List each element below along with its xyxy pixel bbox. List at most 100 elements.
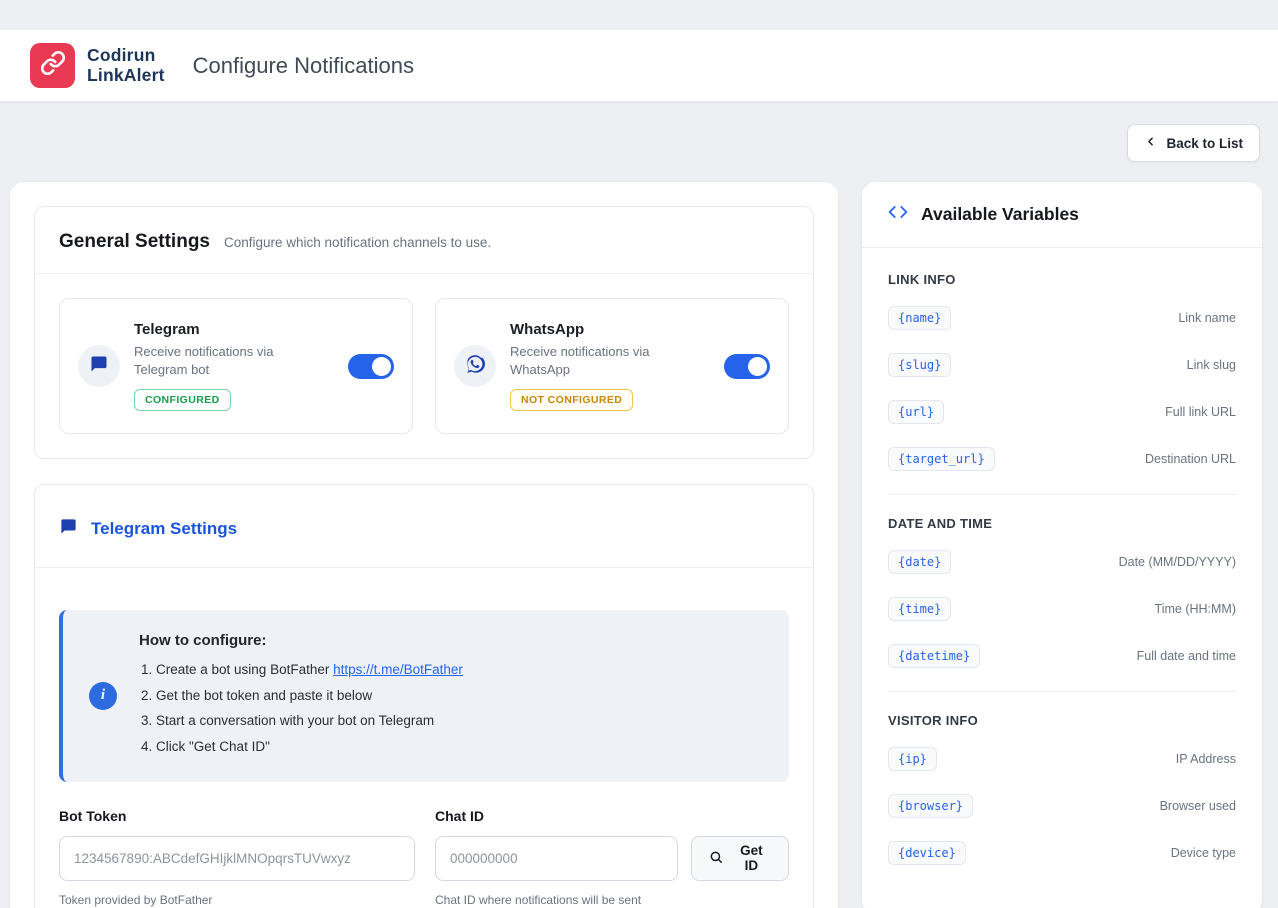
variable-description: Device type [1171,846,1236,860]
search-icon [709,850,723,867]
variable-chip[interactable]: {device} [888,841,966,865]
howto-title: How to configure: [139,632,463,649]
variable-description: Full date and time [1137,649,1236,663]
variable-description: Date (MM/DD/YYYY) [1119,555,1236,569]
howto-step: Click "Get Chat ID" [156,734,463,760]
back-to-list-button[interactable]: Back to List [1127,124,1260,162]
code-icon [888,202,908,227]
chat-id-field: Chat ID Get ID Chat ID where not [435,808,789,907]
whatsapp-toggle[interactable] [724,354,770,379]
variables-header: Available Variables [862,182,1262,248]
howto-step: Create a bot using BotFather https://t.m… [156,657,463,683]
variable-description: Link slug [1187,358,1236,372]
status-badge: CONFIGURED [134,389,231,411]
channel-description: Receive notifications via Telegram bot [134,343,294,378]
page-title: Configure Notifications [193,53,414,79]
whatsapp-channel-icon-wrap [454,345,496,387]
page-top-gap [0,0,1278,30]
telegram-channel-icon-wrap [78,345,120,387]
toggle-knob [748,357,767,376]
chat-id-helper: Chat ID where notifications will be sent [435,893,789,907]
variable-row: {target_url} Destination URL [888,447,1236,471]
variable-chip[interactable]: {slug} [888,353,951,377]
variable-description: Browser used [1160,799,1236,813]
variable-chip[interactable]: {datetime} [888,644,980,668]
channel-description: Receive notifications via WhatsApp [510,343,670,378]
bot-token-field: Bot Token Token provided by BotFather [59,808,415,907]
info-icon: i [89,682,117,710]
channel-name: WhatsApp [510,321,710,338]
main-content: General Settings Configure which notific… [0,182,1278,908]
telegram-toggle[interactable] [348,354,394,379]
whatsapp-icon [465,354,485,379]
get-id-button[interactable]: Get ID [691,836,789,881]
variable-row: {time} Time (HH:MM) [888,597,1236,621]
telegram-settings-card: Telegram Settings i How to configure: Cr… [34,484,814,908]
variable-chip[interactable]: {url} [888,400,944,424]
get-id-label: Get ID [732,843,771,873]
telegram-settings-header: Telegram Settings [35,485,813,568]
section-heading-visitor-info: VISITOR INFO [888,713,1236,728]
variable-chip[interactable]: {date} [888,550,951,574]
chat-id-row: Get ID [435,836,789,881]
divider [888,494,1236,495]
telegram-channel-info: Telegram Receive notifications via Teleg… [134,321,334,411]
howto-step: Start a conversation with your bot on Te… [156,708,463,734]
section-heading-link-info: LINK INFO [888,272,1236,287]
variable-row: {name} Link name [888,306,1236,330]
whatsapp-channel-card: WhatsApp Receive notifications via Whats… [435,298,789,434]
whatsapp-channel-info: WhatsApp Receive notifications via Whats… [510,321,710,411]
botfather-link[interactable]: https://t.me/BotFather [333,662,463,677]
variable-description: Destination URL [1145,452,1236,466]
variable-chip[interactable]: {time} [888,597,951,621]
general-settings-title: General Settings [59,231,210,253]
general-settings-header: General Settings Configure which notific… [35,207,813,274]
variable-row: {browser} Browser used [888,794,1236,818]
link-icon [40,50,66,81]
general-settings-card: General Settings Configure which notific… [34,206,814,459]
variable-row: {url} Full link URL [888,400,1236,424]
channel-name: Telegram [134,321,334,338]
settings-panel: General Settings Configure which notific… [10,182,838,908]
toolbar: Back to List [0,124,1260,162]
chevron-left-icon [1144,135,1157,151]
bot-token-label: Bot Token [59,808,415,824]
brand-line1: Codirun [87,46,165,66]
variables-body: LINK INFO {name} Link name {slug} Link s… [862,248,1262,908]
variable-description: IP Address [1176,752,1236,766]
variable-row: {slug} Link slug [888,353,1236,377]
channel-grid: Telegram Receive notifications via Teleg… [35,274,813,458]
bot-token-input[interactable] [59,836,415,881]
variable-chip[interactable]: {target_url} [888,447,995,471]
howto-content: How to configure: Create a bot using Bot… [139,632,463,760]
brand-name: Codirun LinkAlert [87,46,165,85]
variable-row: {ip} IP Address [888,747,1236,771]
howto-step: Get the bot token and paste it below [156,683,463,709]
app-logo [30,43,75,88]
variable-description: Time (HH:MM) [1155,602,1236,616]
available-variables-card: Available Variables LINK INFO {name} Lin… [862,182,1262,908]
app-header: Codirun LinkAlert Configure Notification… [0,30,1278,102]
telegram-form: Bot Token Token provided by BotFather Ch… [35,782,813,908]
variable-description: Full link URL [1165,405,1236,419]
chat-id-input[interactable] [435,836,678,881]
variable-row: {date} Date (MM/DD/YYYY) [888,550,1236,574]
variable-row: {datetime} Full date and time [888,644,1236,668]
general-settings-subtitle: Configure which notification channels to… [224,235,491,250]
section-heading-date-time: DATE AND TIME [888,516,1236,531]
brand-line2: LinkAlert [87,66,165,86]
howto-steps: Create a bot using BotFather https://t.m… [156,657,463,760]
variable-chip[interactable]: {name} [888,306,951,330]
variable-chip[interactable]: {ip} [888,747,937,771]
bot-token-helper: Token provided by BotFather [59,893,415,907]
variable-chip[interactable]: {browser} [888,794,973,818]
telegram-channel-card: Telegram Receive notifications via Teleg… [59,298,413,434]
chat-id-label: Chat ID [435,808,789,824]
chat-bubble-icon [89,354,109,379]
status-badge: NOT CONFIGURED [510,389,633,411]
toggle-knob [372,357,391,376]
back-to-list-label: Back to List [1166,136,1243,151]
divider [888,691,1236,692]
telegram-settings-title: Telegram Settings [91,519,237,539]
variables-title: Available Variables [921,204,1079,225]
